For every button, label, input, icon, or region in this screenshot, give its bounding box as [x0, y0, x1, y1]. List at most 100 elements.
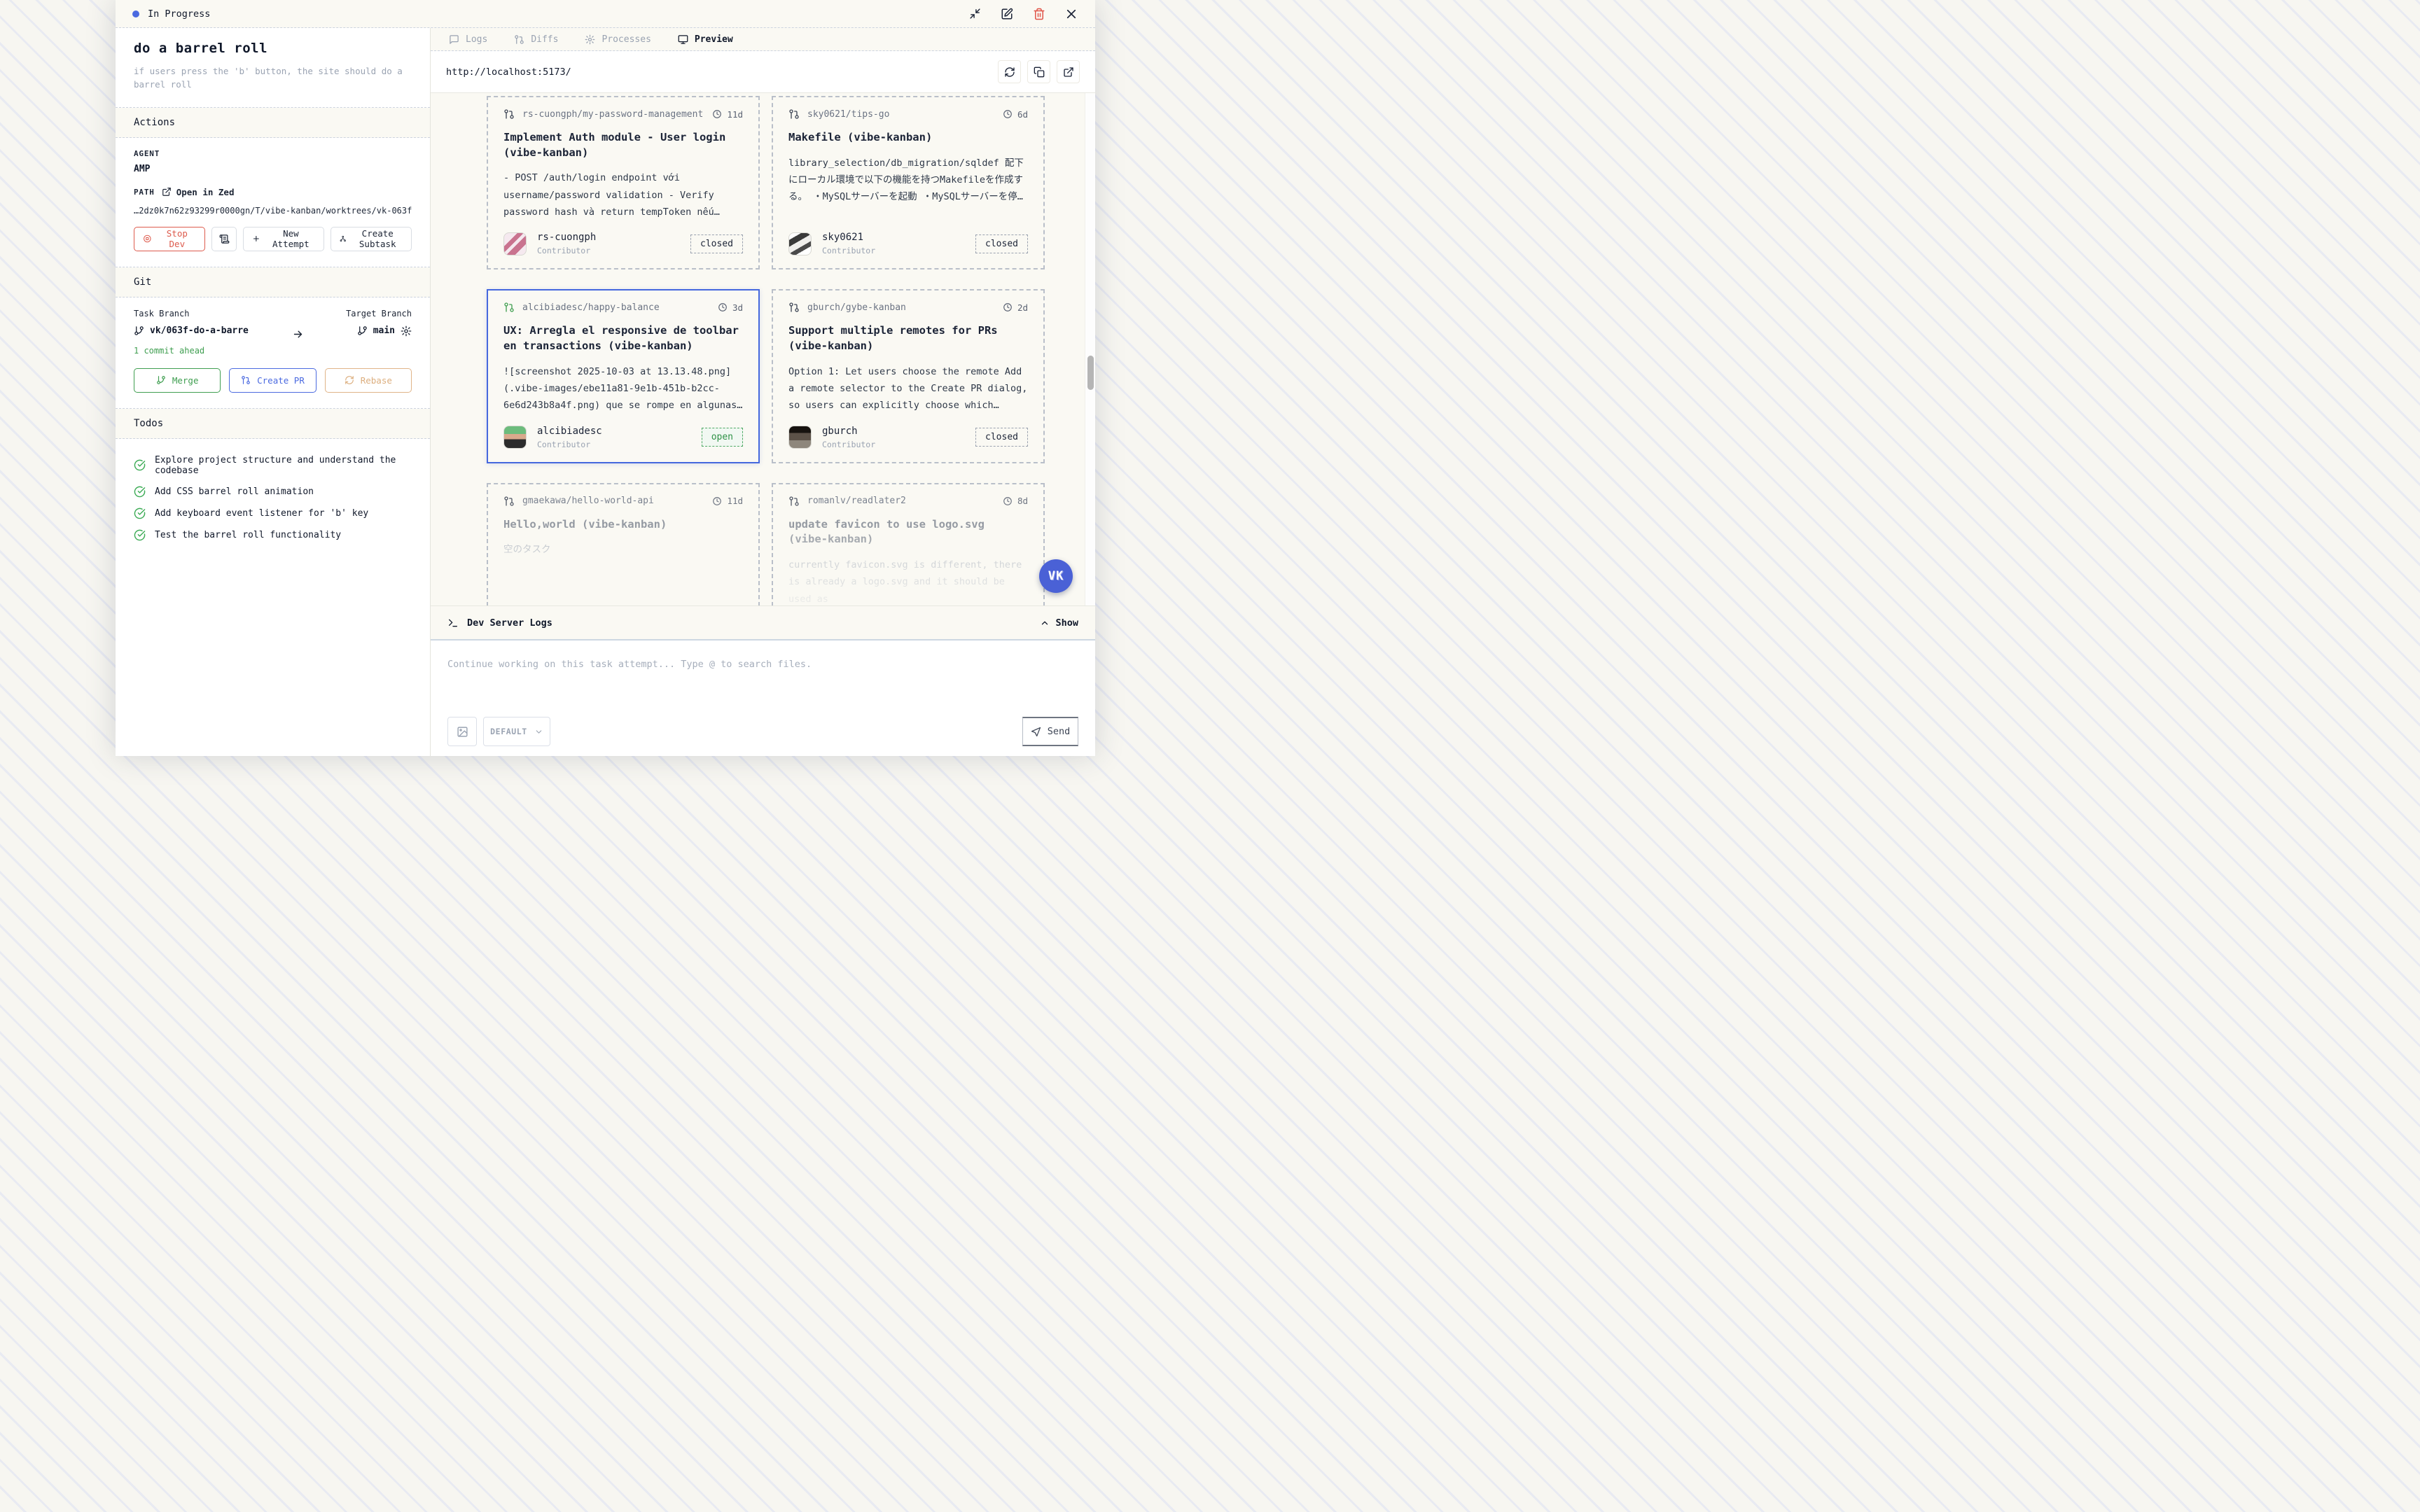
card-title: Makefile (vibe-kanban) — [788, 131, 933, 144]
card-description: ![screenshot 2025-10-03 at 13.13.48.png]… — [503, 365, 743, 412]
refresh-button[interactable] — [998, 60, 1021, 83]
dev-logs-label: Dev Server Logs — [467, 617, 552, 629]
copy-url-button[interactable] — [1027, 60, 1050, 83]
status-badge: In Progress — [132, 8, 210, 20]
create-pr-button[interactable]: Create PR — [229, 368, 317, 393]
variant-select[interactable]: DEFAULT — [483, 717, 550, 746]
author-name: gburch — [822, 425, 858, 437]
clock-icon — [718, 303, 727, 312]
pr-status-badge: open — [701, 428, 743, 447]
vibe-kanban-floating-badge[interactable]: VK — [1039, 559, 1073, 593]
tab-diffs[interactable]: Diffs — [514, 34, 558, 45]
pr-status-badge: closed — [975, 234, 1028, 253]
arrow-right-icon — [293, 330, 302, 338]
trash-icon — [1034, 8, 1045, 20]
send-icon — [1031, 727, 1041, 736]
dev-server-logs-bar[interactable]: Dev Server Logs Show — [431, 606, 1095, 640]
show-logs-label: Show — [1055, 617, 1078, 629]
create-subtask-label: Create Subtask — [359, 228, 396, 250]
actions-section-header: Actions — [116, 107, 430, 138]
chevron-up-icon — [1042, 621, 1048, 624]
edit-icon — [1001, 8, 1013, 19]
git-pull-request-icon — [515, 34, 524, 44]
scrollbar-thumb[interactable] — [1087, 356, 1094, 390]
pr-card[interactable]: romanlv/readlater2 8d update favicon to … — [772, 482, 1045, 606]
pr-card[interactable]: gmaekawa/hello-world-api 11d Hello,world… — [487, 482, 760, 606]
dev-logs-button[interactable] — [211, 226, 237, 251]
send-button[interactable]: Send — [1022, 717, 1078, 746]
check-circle-icon — [134, 529, 146, 541]
card-description: 空のタスク — [503, 544, 551, 556]
pr-card-selected[interactable]: alcibiadesc/happy-balance 3d UX: Arregla… — [487, 289, 760, 463]
tab-label: Diffs — [531, 34, 559, 45]
chevron-down-icon — [536, 729, 542, 734]
card-description: library_selection/db_migration/sqldef 配下… — [788, 157, 1027, 203]
tab-processes[interactable]: Processes — [585, 34, 651, 45]
git-section-header: Git — [116, 267, 430, 298]
collapse-button[interactable] — [968, 7, 982, 21]
git-pull-request-icon — [504, 109, 514, 119]
message-input[interactable] — [431, 640, 1095, 717]
clock-icon — [1003, 110, 1012, 118]
attach-image-button[interactable] — [447, 717, 477, 746]
task-sidebar: do a barrel roll if users press the 'b' … — [116, 28, 431, 756]
close-button[interactable] — [1064, 7, 1078, 21]
branch-settings-button[interactable] — [401, 326, 412, 337]
open-in-zed-button[interactable]: Open in Zed — [162, 187, 235, 197]
page-title: do a barrel roll — [134, 41, 268, 56]
preview-url[interactable]: http://localhost:5173/ — [446, 66, 571, 78]
stop-dev-button[interactable]: Stop Dev — [134, 226, 205, 251]
new-attempt-button[interactable]: New Attempt — [243, 226, 324, 251]
tab-label: Processes — [601, 34, 651, 45]
merge-button[interactable]: Merge — [134, 368, 221, 393]
agent-value: AMP — [134, 163, 151, 174]
repo-name: romanlv/readlater2 — [807, 496, 906, 507]
pr-card[interactable]: rs-cuongph/my-password-management 11d Im… — [487, 96, 760, 270]
avatar — [503, 232, 527, 255]
create-pr-label: Create PR — [257, 374, 305, 386]
stop-circle-icon — [144, 234, 151, 243]
repo-name: sky0621/tips-go — [807, 108, 890, 120]
clock-icon — [1003, 303, 1012, 312]
card-age-label: 6d — [1017, 108, 1028, 120]
worktree-path: …2dz0k7n62z93299r0000gn/T/vibe-kanban/wo… — [134, 205, 412, 216]
target-branch-label: Target Branch — [346, 308, 412, 318]
git-pull-request-icon — [504, 302, 514, 312]
card-title: Hello,world (vibe-kanban) — [503, 517, 667, 531]
edit-button[interactable] — [1000, 7, 1014, 21]
repo-name: gmaekawa/hello-world-api — [522, 496, 654, 507]
rebase-label: Rebase — [360, 374, 392, 386]
path-label: PATH — [134, 187, 155, 197]
new-attempt-label: New Attempt — [272, 228, 310, 250]
tab-logs[interactable]: Logs — [449, 34, 487, 45]
todo-label: Test the barrel roll functionality — [155, 529, 342, 540]
refresh-icon — [345, 376, 354, 385]
git-pull-request-icon — [242, 376, 250, 385]
repo-name: gburch/gybe-kanban — [807, 302, 906, 313]
task-dialog: In Progress do a barrel roll if users pr… — [116, 0, 1095, 756]
refresh-icon — [1004, 66, 1015, 77]
rebase-button[interactable]: Rebase — [324, 368, 412, 393]
preview-url-bar: http://localhost:5173/ — [431, 51, 1095, 93]
clock-icon — [1003, 496, 1012, 505]
card-title: Implement Auth module - User login (vibe… — [503, 131, 726, 159]
tab-label: Preview — [694, 34, 733, 45]
card-description: currently favicon.svg is different, ther… — [788, 559, 1022, 605]
image-icon — [457, 726, 468, 737]
pr-card[interactable]: sky0621/tips-go 6d Makefile (vibe-kanban… — [772, 96, 1045, 270]
attempt-panel: Logs Diffs Processes Preview http://loca… — [431, 28, 1095, 756]
show-logs-button[interactable]: Show — [1040, 617, 1078, 629]
message-square-icon — [450, 34, 459, 44]
tab-preview[interactable]: Preview — [678, 34, 733, 45]
copy-icon — [1034, 66, 1044, 77]
pr-card[interactable]: gburch/gybe-kanban 2d Support multiple r… — [772, 289, 1045, 463]
open-external-button[interactable] — [1057, 60, 1080, 83]
delete-button[interactable] — [1032, 7, 1046, 21]
status-dot-icon — [132, 10, 139, 18]
create-subtask-button[interactable]: Create Subtask — [331, 226, 412, 251]
repo-name: rs-cuongph/my-password-management — [522, 108, 704, 120]
card-age-label: 2d — [1017, 302, 1028, 313]
git-merge-icon — [157, 376, 165, 385]
monitor-icon — [678, 34, 688, 44]
pr-status-badge: closed — [690, 234, 743, 253]
